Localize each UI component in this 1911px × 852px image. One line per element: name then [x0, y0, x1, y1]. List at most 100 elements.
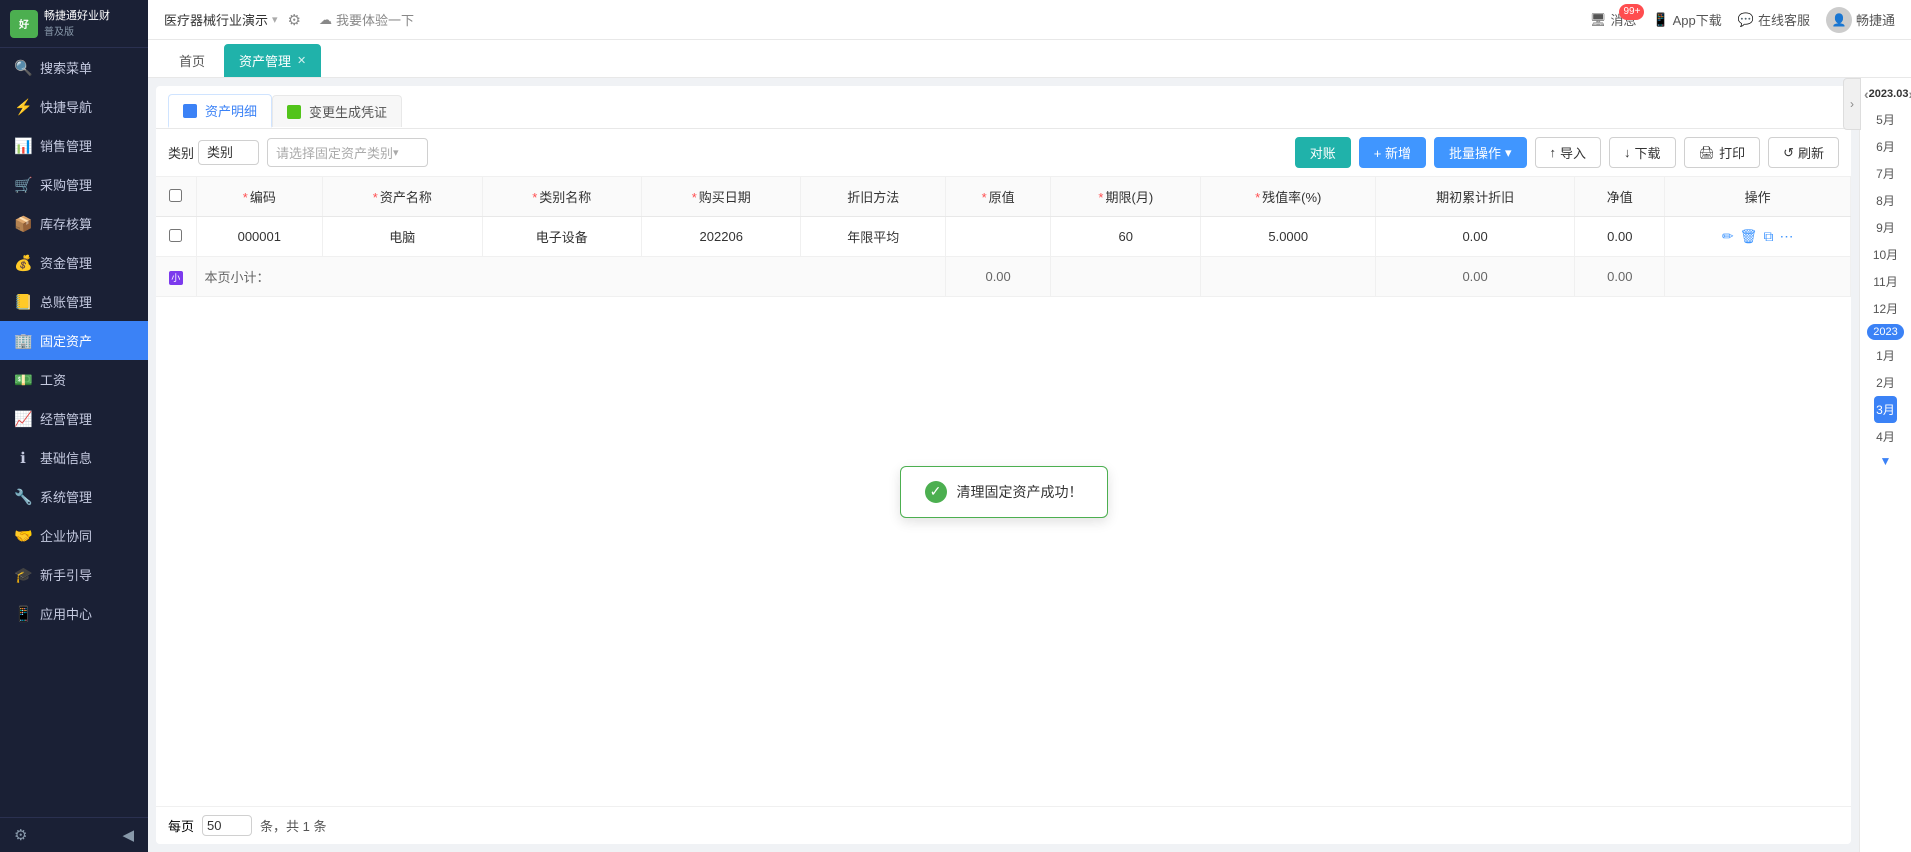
- message-badge: 99+: [1619, 4, 1644, 20]
- sidebar-icon: 🤝: [14, 527, 32, 545]
- sidebar-item-新手引导[interactable]: 🎓新手引导: [0, 555, 148, 594]
- tab-close-icon[interactable]: ✕: [297, 54, 306, 67]
- tab-asset-label: 资产管理: [239, 51, 291, 70]
- toast-check-icon: ✓: [925, 481, 947, 503]
- import-button[interactable]: ↑ 导入: [1535, 137, 1602, 168]
- tab-asset-management[interactable]: 资产管理 ✕: [224, 44, 321, 77]
- cal-month-prev-10月[interactable]: 10月: [1871, 241, 1900, 268]
- asset-table: *编码 *资产名称 *类别名称 *购买日期 折旧方法 *原值 *期限(月) *残…: [156, 177, 1851, 297]
- sidebar-item-label: 系统管理: [40, 487, 92, 506]
- online-service-label: 在线客服: [1758, 10, 1810, 29]
- download-button[interactable]: ↓ 下载: [1609, 137, 1676, 168]
- more-row-btn[interactable]: ⋯: [1779, 228, 1793, 245]
- copy-row-btn[interactable]: ⧉: [1763, 228, 1773, 245]
- sidebar-footer: ⚙ ◀: [0, 817, 148, 852]
- th-original-value: *原值: [946, 177, 1051, 217]
- print-label: 打印: [1719, 143, 1745, 162]
- company-selector[interactable]: 医疗器械行业演示 ▾: [164, 10, 278, 29]
- cal-month-prev-7月[interactable]: 7月: [1871, 160, 1900, 187]
- settings-gear-icon[interactable]: ⚙: [288, 11, 301, 29]
- user-name: 畅捷通: [1856, 10, 1895, 29]
- sidebar-item-搜索菜单[interactable]: 🔍搜索菜单: [0, 48, 148, 87]
- sidebar-item-总账管理[interactable]: 📒总账管理: [0, 282, 148, 321]
- sidebar-item-经营管理[interactable]: 📈经营管理: [0, 399, 148, 438]
- batch-label: 批量操作: [1449, 143, 1501, 162]
- sidebar-item-系统管理[interactable]: 🔧 系统管理: [0, 477, 148, 516]
- sidebar-header: 好 畅捷通好业财 普及版: [0, 0, 148, 48]
- cal-month-prev-11月[interactable]: 11月: [1871, 268, 1900, 295]
- sidebar-nav: 🔍搜索菜单 ⚡ 快捷导航 📊销售管理🛒采购管理📦库存核算💰资金管理📒总账管理 🏢 固定资产…: [0, 48, 148, 817]
- cal-month-prev-5月[interactable]: 5月: [1871, 106, 1900, 133]
- edit-row-btn[interactable]: ✏: [1722, 228, 1734, 245]
- tab-home[interactable]: 首页: [164, 44, 220, 77]
- right-calendar-panel: ‹ 2023.03 › 5月6月7月8月9月10月11月12月 2023 1月2…: [1859, 78, 1911, 852]
- sidebar-item-企业协同[interactable]: 🤝企业协同: [0, 516, 148, 555]
- calendar-scroll-down-icon[interactable]: ▼: [1880, 454, 1892, 468]
- batch-button[interactable]: 批量操作 ▾: [1434, 137, 1527, 168]
- sidebar-item-销售管理[interactable]: 📊销售管理: [0, 126, 148, 165]
- delete-row-btn[interactable]: 🗑: [1740, 228, 1758, 245]
- experience-btn[interactable]: ☁ 我要体验一下: [319, 10, 414, 29]
- cal-month-curr-2月[interactable]: 2月: [1874, 369, 1897, 396]
- toolbar: 类别 类别 请选择固定资产类别 ▾ 对账 + 新增: [156, 129, 1851, 177]
- select-all-checkbox[interactable]: [169, 189, 182, 202]
- cal-month-curr-3月[interactable]: 3月: [1874, 396, 1897, 423]
- cal-month-prev-6月[interactable]: 6月: [1871, 133, 1900, 160]
- sidebar-item-库存核算[interactable]: 📦库存核算: [0, 204, 148, 243]
- row-checkbox-cell: [156, 217, 196, 257]
- print-button[interactable]: 🖨 打印: [1684, 137, 1761, 168]
- sidebar-item-应用中心[interactable]: 📱应用中心: [0, 594, 148, 633]
- toolbar-right: 对账 + 新增 批量操作 ▾ ↑ 导入 ↓ 下载: [1295, 137, 1839, 168]
- subtab-asset-detail[interactable]: 资产明细: [168, 94, 272, 128]
- th-residual-rate: *残值率(%): [1201, 177, 1376, 217]
- th-category: *类别名称: [482, 177, 641, 217]
- cal-month-curr-4月[interactable]: 4月: [1874, 423, 1897, 450]
- refresh-button[interactable]: ↺ 刷新: [1768, 137, 1839, 168]
- subtab-voucher[interactable]: 变更生成凭证: [272, 95, 402, 127]
- sidebar-item-label: 搜索菜单: [40, 58, 92, 77]
- category-select[interactable]: 类别: [198, 140, 259, 165]
- app-title: 畅捷通好业财: [44, 9, 110, 23]
- sidebar-icon: ℹ: [14, 449, 32, 467]
- right-panel-collapse-btn[interactable]: ›: [1843, 78, 1861, 130]
- topbar: 医疗器械行业演示 ▾ ⚙ ☁ 我要体验一下 🖥 消息 99+ 📱 App下载 💬…: [148, 0, 1911, 40]
- sidebar-item-label: 总账管理: [40, 292, 92, 311]
- sidebar-item-label: 快捷导航: [40, 97, 92, 116]
- subtotal-initial: 0.00: [1376, 257, 1575, 297]
- collapse-icon[interactable]: ◀: [122, 826, 134, 844]
- reconcile-button[interactable]: 对账: [1295, 137, 1351, 168]
- new-button[interactable]: + 新增: [1359, 137, 1426, 168]
- online-service-btn[interactable]: 💬 在线客服: [1738, 10, 1810, 29]
- sidebar-item-基础信息[interactable]: ℹ基础信息: [0, 438, 148, 477]
- user-avatar-btn[interactable]: 👤 畅捷通: [1826, 7, 1895, 33]
- sidebar-item-label: 固定资产: [40, 331, 92, 350]
- category-type-placeholder: 请选择固定资产类别: [276, 143, 393, 162]
- sidebar-item-资金管理[interactable]: 💰资金管理: [0, 243, 148, 282]
- per-page-label: 每页: [168, 816, 194, 835]
- settings-icon[interactable]: ⚙: [14, 826, 27, 844]
- category-type-select[interactable]: 请选择固定资产类别 ▾: [267, 138, 428, 167]
- per-page-select[interactable]: 50 10 20 100: [202, 815, 252, 836]
- cal-month-prev-8月[interactable]: 8月: [1871, 187, 1900, 214]
- table-row: 000001 电脑 电子设备 202206 年限平均 60 5.0000 0.0…: [156, 217, 1851, 257]
- sidebar-icon: 🏢: [14, 332, 32, 350]
- pagination: 每页 50 10 20 100 条，共 1 条: [156, 806, 1851, 844]
- calendar-year-badge: 2023: [1867, 324, 1903, 340]
- cal-month-prev-9月[interactable]: 9月: [1871, 214, 1900, 241]
- sidebar-item-快捷导航[interactable]: ⚡ 快捷导航: [0, 87, 148, 126]
- cal-month-curr-1月[interactable]: 1月: [1874, 342, 1897, 369]
- app-download-btn[interactable]: 📱 App下载: [1652, 10, 1721, 29]
- sidebar-icon: 🔧: [14, 488, 32, 506]
- message-btn[interactable]: 🖥 消息 99+: [1590, 10, 1637, 29]
- sidebar-item-固定资产[interactable]: 🏢 固定资产: [0, 321, 148, 360]
- row-checkbox[interactable]: [169, 229, 182, 242]
- sidebar-icon: ⚡: [14, 98, 32, 116]
- batch-chevron-icon: ▾: [1505, 145, 1512, 161]
- cal-month-prev-12月[interactable]: 12月: [1871, 295, 1900, 322]
- sidebar-item-label: 资金管理: [40, 253, 92, 272]
- sidebar-item-采购管理[interactable]: 🛒采购管理: [0, 165, 148, 204]
- experience-label: 我要体验一下: [336, 10, 414, 29]
- table-header-row: *编码 *资产名称 *类别名称 *购买日期 折旧方法 *原值 *期限(月) *残…: [156, 177, 1851, 217]
- sidebar-item-工资[interactable]: 💵工资: [0, 360, 148, 399]
- sidebar-item-label: 库存核算: [40, 214, 92, 233]
